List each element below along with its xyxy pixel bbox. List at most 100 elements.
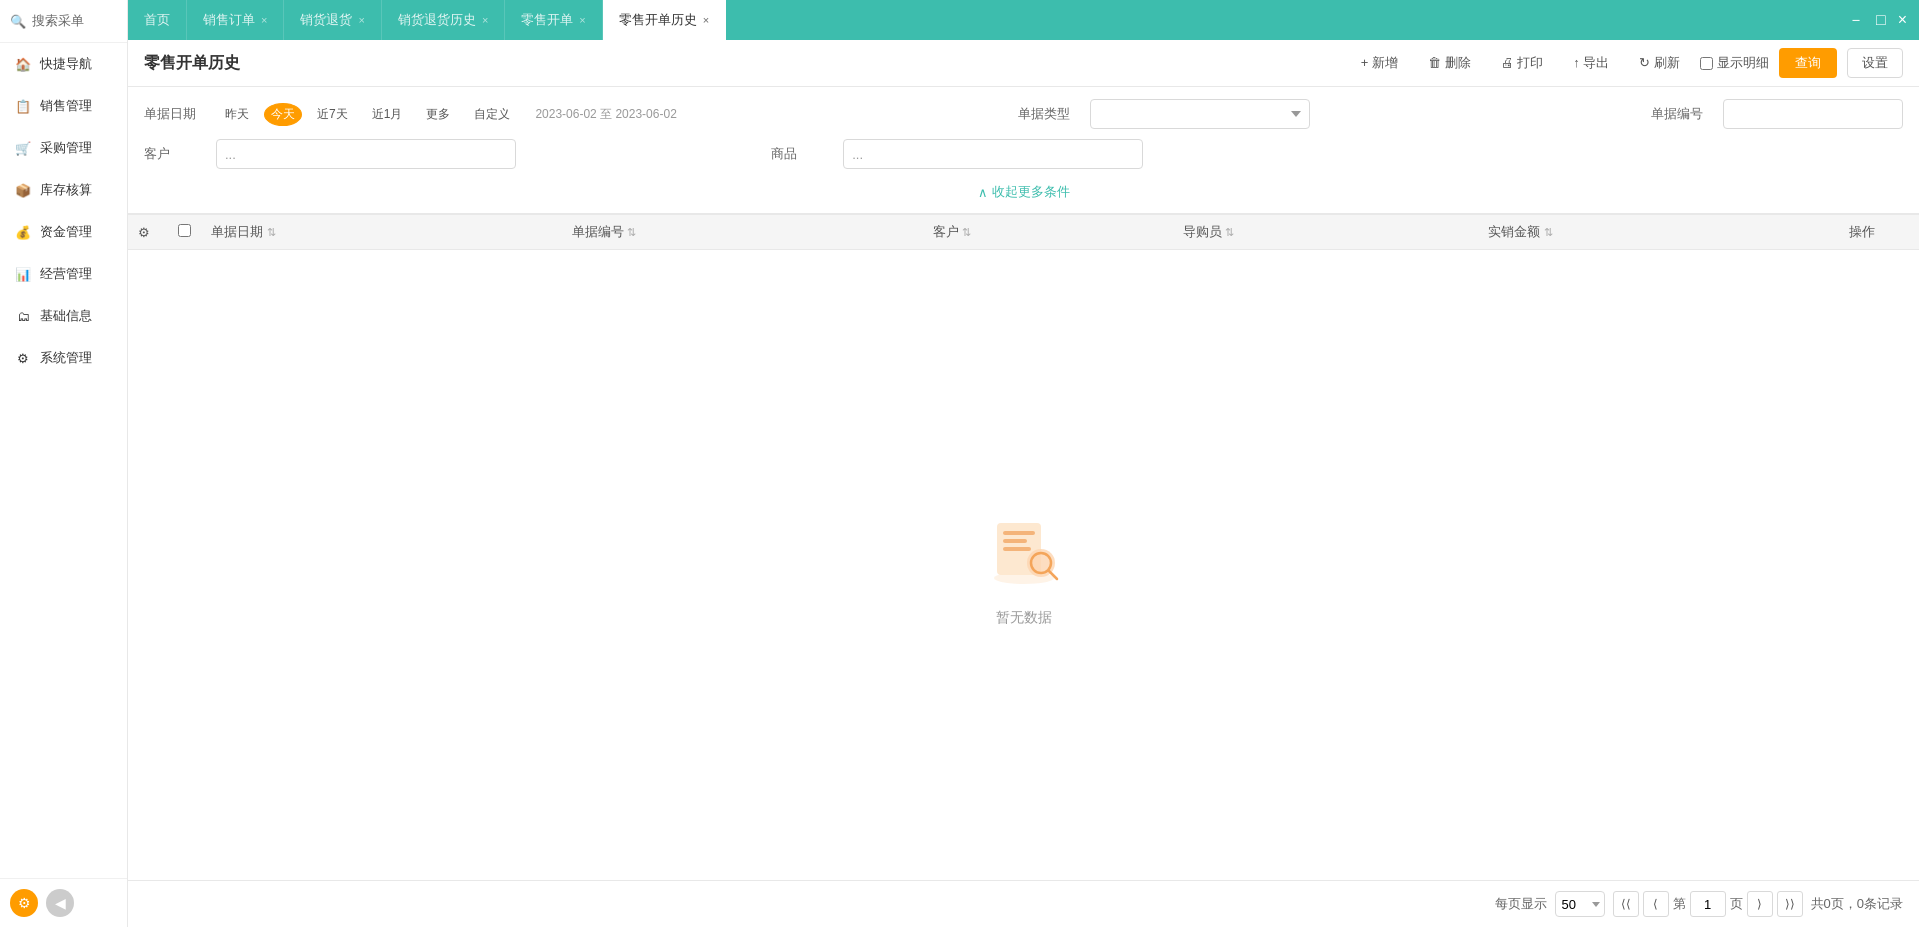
sidebar-item-label: 销售管理 xyxy=(40,97,92,115)
sidebar-item-label: 库存核算 xyxy=(40,181,92,199)
tab-retail-history-close[interactable]: × xyxy=(703,14,709,26)
minimize-button[interactable]: － xyxy=(1848,10,1864,31)
date-btn-more[interactable]: 更多 xyxy=(417,103,459,126)
th-customer[interactable]: 客户 xyxy=(923,215,1173,250)
sidebar-item-basic-info[interactable]: 🗂 基础信息 xyxy=(0,295,127,337)
date-btn-custom[interactable]: 自定义 xyxy=(465,103,519,126)
settings-icon: ⚙ xyxy=(138,225,150,240)
filter-row-date: 单据日期 昨天 今天 近7天 近1月 更多 自定义 2023-06-02 至 2… xyxy=(144,99,1903,129)
delete-button[interactable]: 🗑 删除 xyxy=(1418,50,1481,76)
sidebar-item-label: 快捷导航 xyxy=(40,55,92,73)
page-input[interactable] xyxy=(1690,891,1726,917)
page-label-after: 页 xyxy=(1730,895,1743,913)
pagination-bar: 每页显示 50 10 20 100 ⟨⟨ ⟨ 第 页 ⟩ ⟩⟩ 共0页，0条记录 xyxy=(128,880,1919,927)
sidebar-item-inventory[interactable]: 📦 库存核算 xyxy=(0,169,127,211)
tab-sales-order-close[interactable]: × xyxy=(261,14,267,26)
query-button[interactable]: 查询 xyxy=(1779,48,1837,78)
close-window-button[interactable]: × xyxy=(1898,11,1907,29)
tab-sales-return-history-close[interactable]: × xyxy=(482,14,488,26)
print-button[interactable]: 🖨 打印 xyxy=(1491,50,1554,76)
sidebar-item-finance[interactable]: 💰 资金管理 xyxy=(0,211,127,253)
sidebar-item-label: 资金管理 xyxy=(40,223,92,241)
filter-row-customer: 客户 ... 商品 ... xyxy=(144,139,1903,169)
th-number[interactable]: 单据编号 xyxy=(562,215,923,250)
sidebar-item-label: 基础信息 xyxy=(40,307,92,325)
filter-type-select[interactable] xyxy=(1090,99,1310,129)
settings-button[interactable]: ⚙ xyxy=(10,889,38,917)
th-ops: 操作 xyxy=(1839,215,1919,250)
sidebar-search-label: 搜索采单 xyxy=(32,12,84,30)
chevron-up-icon: ∧ xyxy=(978,185,988,200)
date-btn-7days[interactable]: 近7天 xyxy=(308,103,357,126)
display-detail-check[interactable]: 显示明细 xyxy=(1700,54,1769,72)
settings-btn[interactable]: 设置 xyxy=(1847,48,1903,78)
maximize-button[interactable]: □ xyxy=(1876,11,1886,29)
last-page-button[interactable]: ⟩⟩ xyxy=(1777,891,1803,917)
select-all-checkbox[interactable] xyxy=(178,224,191,237)
filter-type-label: 单据类型 xyxy=(1018,105,1074,123)
per-page-select[interactable]: 50 10 20 100 xyxy=(1555,891,1605,917)
th-amount[interactable]: 实销金额 xyxy=(1478,215,1839,250)
filter-customer-input[interactable]: ... xyxy=(216,139,516,169)
sidebar-item-quick-nav[interactable]: 🏠 快捷导航 xyxy=(0,43,127,85)
date-btn-1month[interactable]: 近1月 xyxy=(363,103,412,126)
tab-sales-order-label: 销售订单 xyxy=(203,11,255,29)
sidebar-item-operations[interactable]: 📊 经营管理 xyxy=(0,253,127,295)
page-toolbar: 零售开单历史 + 新增 🗑 删除 🖨 打印 ↑ 导出 ↻ 刷新 显示明细 查询 … xyxy=(128,40,1919,87)
sidebar-item-label: 采购管理 xyxy=(40,139,92,157)
tab-home-label: 首页 xyxy=(144,11,170,29)
basic-icon: 🗂 xyxy=(14,307,32,325)
th-amount-label: 实销金额 xyxy=(1488,224,1540,239)
tab-home[interactable]: 首页 xyxy=(128,0,187,40)
search-icon: 🔍 xyxy=(10,14,26,29)
sidebar-item-system[interactable]: ⚙ 系统管理 xyxy=(0,337,127,379)
next-page-button[interactable]: ⟩ xyxy=(1747,891,1773,917)
sidebar-bottom: ⚙ ◀ xyxy=(0,878,127,927)
prev-page-button[interactable]: ⟨ xyxy=(1643,891,1669,917)
tab-sales-return-history[interactable]: 销货退货历史 × xyxy=(382,0,505,40)
purchase-icon: 🛒 xyxy=(14,139,32,157)
sidebar-search[interactable]: 🔍 搜索采单 xyxy=(0,0,127,43)
tab-sales-return-close[interactable]: × xyxy=(358,14,364,26)
main-area: 首页 销售订单 × 销货退货 × 销货退货历史 × 零售开单 × 零售开单历史 … xyxy=(128,0,1919,927)
content-area: ⚙ 单据日期 单据编号 客户 导购员 xyxy=(128,214,1919,880)
th-settings[interactable]: ⚙ xyxy=(128,215,168,250)
empty-state: 暂无数据 xyxy=(128,250,1919,880)
filter-number-input[interactable] xyxy=(1723,99,1903,129)
first-page-button[interactable]: ⟨⟨ xyxy=(1613,891,1639,917)
sidebar-item-sales-mgmt[interactable]: 📋 销售管理 xyxy=(0,85,127,127)
th-ops-label: 操作 xyxy=(1849,224,1875,239)
filter-area: 单据日期 昨天 今天 近7天 近1月 更多 自定义 2023-06-02 至 2… xyxy=(128,87,1919,214)
filter-customer-label: 客户 xyxy=(144,145,200,163)
collapse-filter-label: 收起更多条件 xyxy=(992,183,1070,201)
tab-sales-return-history-label: 销货退货历史 xyxy=(398,11,476,29)
tab-retail-history[interactable]: 零售开单历史 × xyxy=(603,0,726,40)
display-detail-checkbox[interactable] xyxy=(1700,57,1713,70)
collapse-filter-button[interactable]: ∧ 收起更多条件 xyxy=(978,183,1070,201)
th-guide[interactable]: 导购员 xyxy=(1173,215,1478,250)
th-date[interactable]: 单据日期 xyxy=(201,215,562,250)
svg-rect-4 xyxy=(1003,547,1031,551)
date-btn-yesterday[interactable]: 昨天 xyxy=(216,103,258,126)
sidebar-item-purchase-mgmt[interactable]: 🛒 采购管理 xyxy=(0,127,127,169)
tab-sales-order[interactable]: 销售订单 × xyxy=(187,0,284,40)
export-button[interactable]: ↑ 导出 xyxy=(1563,50,1619,76)
refresh-button[interactable]: ↻ 刷新 xyxy=(1629,50,1690,76)
tab-sales-return[interactable]: 销货退货 × xyxy=(284,0,381,40)
date-range-display: 2023-06-02 至 2023-06-02 xyxy=(535,106,676,123)
tab-bar: 首页 销售订单 × 销货退货 × 销货退货历史 × 零售开单 × 零售开单历史 … xyxy=(128,0,1919,40)
sidebar-menu: 🏠 快捷导航 📋 销售管理 🛒 采购管理 📦 库存核算 💰 资金管理 📊 经营管… xyxy=(0,43,127,878)
collapse-button[interactable]: ◀ xyxy=(46,889,74,917)
add-button[interactable]: + 新增 xyxy=(1351,50,1408,76)
th-number-label: 单据编号 xyxy=(572,224,624,239)
empty-illustration xyxy=(979,503,1069,593)
tab-retail-open-close[interactable]: × xyxy=(579,14,585,26)
display-detail-label: 显示明细 xyxy=(1717,54,1769,72)
filter-goods-input[interactable]: ... xyxy=(843,139,1143,169)
date-btn-today[interactable]: 今天 xyxy=(264,103,302,126)
sales-icon: 📋 xyxy=(14,97,32,115)
tab-retail-open[interactable]: 零售开单 × xyxy=(505,0,602,40)
th-check[interactable] xyxy=(168,215,201,250)
table-header: ⚙ 单据日期 单据编号 客户 导购员 xyxy=(128,215,1919,250)
per-page-label: 每页显示 xyxy=(1495,895,1547,913)
